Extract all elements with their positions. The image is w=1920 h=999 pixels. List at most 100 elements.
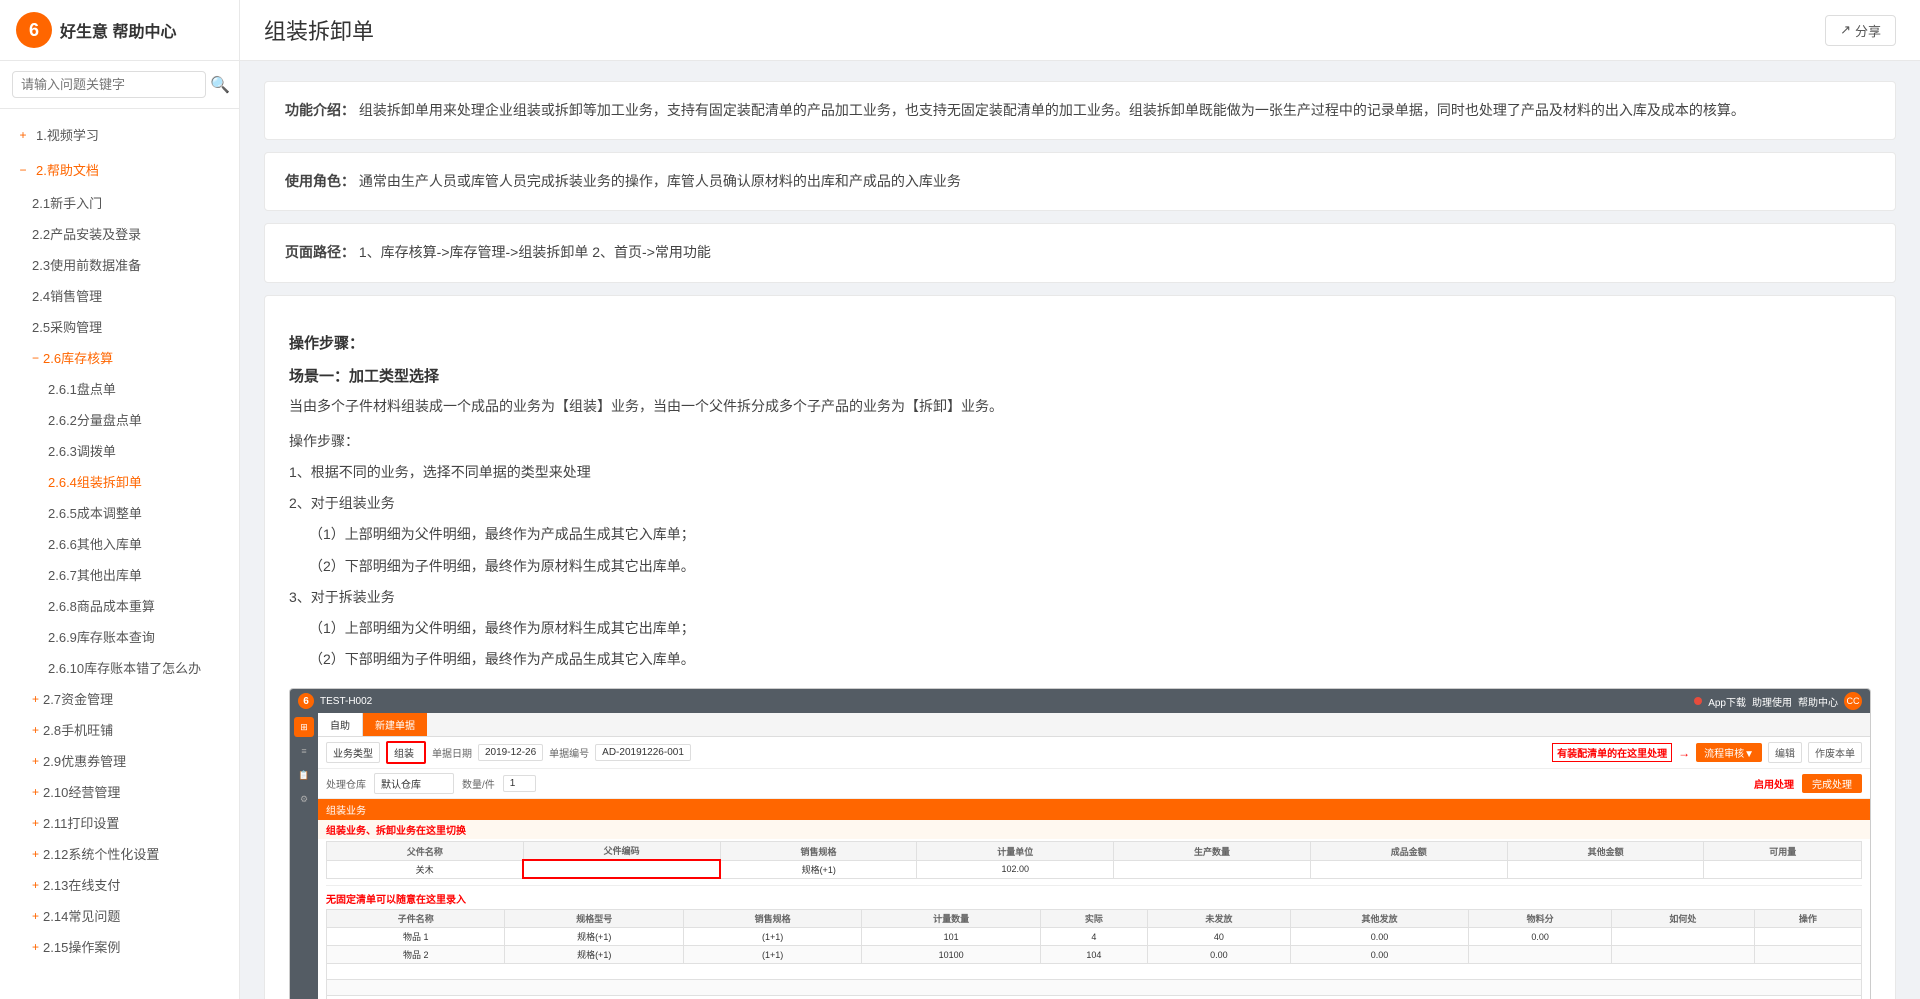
ss-col-5: 生产数量 — [1114, 842, 1311, 861]
ss-grid-icon: ≡ — [294, 741, 314, 761]
ss-col-6: 成品金额 — [1310, 842, 1507, 861]
ss-child-table-wrap: 子件名称 规格型号 销售规格 计量数量 实际 未发放 其他发放 物料分 — [318, 907, 1870, 999]
ss-section-annotation: 组装业务、拆卸业务在这里切换 — [318, 820, 1870, 839]
ops-title: 操作步骤： — [289, 332, 1871, 353]
plus-icon-custom: + — [32, 847, 39, 861]
sidebar-item-purchase[interactable]: 2.5采购管理 — [0, 311, 239, 342]
sidebar-item-operate[interactable]: + 2.10经营管理 — [0, 776, 239, 807]
ss-dot — [1694, 697, 1702, 705]
logo-icon: 6 — [16, 12, 52, 48]
sidebar-item-assembly[interactable]: 2.6.4组装拆卸单 — [0, 466, 239, 497]
sidebar-item-coupon[interactable]: + 2.9优惠券管理 — [0, 745, 239, 776]
ss-col-1: 父件名称 — [327, 842, 524, 861]
sidebar-item-online[interactable]: + 2.13在线支付 — [0, 869, 239, 900]
sidebar-item-finance[interactable]: + 2.7资金管理 — [0, 683, 239, 714]
table-row: 物品 1 规格(+1) (1+1) 101 4 40 0.00 0.00 — [327, 928, 1862, 946]
ss-parent-table: 父件名称 父件编码 销售规格 计量单位 生产数量 成品金额 其他金额 可用量 — [326, 841, 1862, 879]
ss-date-value: 2019-12-26 — [478, 744, 543, 761]
page-title: 组装拆卸单 — [264, 14, 374, 46]
ss-arrow1: → — [1678, 746, 1690, 760]
sidebar-item-data[interactable]: 2.3使用前数据准备 — [0, 249, 239, 280]
path-block: 页面路径： 1、库存核算->库存管理->组装拆卸单 2、首页->常用功能 — [264, 223, 1896, 282]
ss-annotation-section: 组装业务、拆卸业务在这里切换 — [326, 826, 466, 837]
sidebar-item-case[interactable]: + 2.15操作案例 — [0, 931, 239, 962]
ss-appstore: App下载 — [1708, 694, 1746, 709]
share-button[interactable]: ↗ 分享 — [1825, 15, 1896, 46]
ss-helpcenter: 帮助中心 — [1798, 694, 1838, 709]
scenario1-desc: 当由多个子件材料组装成一个成品的业务为【组装】业务，当由一个父件拆分成多个子产品… — [289, 394, 1871, 419]
sidebar-item-install[interactable]: 2.2产品安装及登录 — [0, 218, 239, 249]
ss-warehouse-label: 处理仓库 — [326, 776, 366, 791]
ss-billno-label: 单据编号 — [549, 745, 589, 760]
sidebar-item-newbie[interactable]: 2.1新手入门 — [0, 187, 239, 218]
screenshot-sim: 6 TEST-H002 App下载 助理使用 帮助中心 CC — [289, 688, 1871, 999]
ss-child-col-8: 物料分 — [1469, 910, 1612, 928]
ss-main-area: 自助 新建单据 业务类型 组装 单据日期 2019-12-26 单据编号 AD-… — [318, 713, 1870, 999]
nav-sub-help: 2.1新手入门 2.2产品安装及登录 2.3使用前数据准备 2.4销售管理 2.… — [0, 187, 239, 962]
ss-child-col-6: 未发放 — [1147, 910, 1290, 928]
ss-confirm-btn[interactable]: 完成处理 — [1802, 774, 1862, 793]
sidebar-item-inventory[interactable]: − 2.6库存核算 — [0, 342, 239, 373]
ss-tab-new[interactable]: 新建单据 — [363, 713, 427, 736]
ss-annotation3-wrap: 无固定清单可以随意在这里录入 — [318, 890, 1870, 907]
ss-child-table: 子件名称 规格型号 销售规格 计量数量 实际 未发放 其他发放 物料分 — [326, 909, 1862, 999]
ss-tab-self[interactable]: 自助 — [318, 713, 363, 736]
sidebar-item-count2[interactable]: 2.6.2分量盘点单 — [0, 404, 239, 435]
plus-icon-operate: + — [32, 785, 39, 799]
content-area: 功能介绍： 组装拆卸单用来处理企业组装或拆卸等加工业务，支持有固定装配清单的产品… — [240, 61, 1920, 999]
table-row: 物品 2 规格(+1) (1+1) 10100 104 0.00 0.00 — [327, 946, 1862, 964]
sidebar-item-cost2[interactable]: 2.6.8商品成本重算 — [0, 590, 239, 621]
sidebar-item-faq[interactable]: + 2.14常见问题 — [0, 900, 239, 931]
role-block: 使用角色： 通常由生产人员或库管人员完成拆装业务的操作，库管人员确认原材料的出库… — [264, 152, 1896, 211]
search-input[interactable] — [12, 71, 206, 98]
steps-section: 操作步骤： 场景一：加工类型选择 当由多个子件材料组装成一个成品的业务为【组装】… — [264, 295, 1896, 999]
ss-top-bar: 6 TEST-H002 App下载 助理使用 帮助中心 CC — [290, 689, 1870, 713]
intro-block: 功能介绍： 组装拆卸单用来处理企业组装或拆卸等加工业务，支持有固定装配清单的产品… — [264, 81, 1896, 140]
sidebar-item-count[interactable]: 2.6.1盘点单 — [0, 373, 239, 404]
sidebar-item-print[interactable]: + 2.11打印设置 — [0, 807, 239, 838]
scenario1-title: 场景一：加工类型选择 — [289, 365, 1871, 386]
sidebar-item-custom[interactable]: + 2.12系统个性化设置 — [0, 838, 239, 869]
sidebar-item-inbound[interactable]: 2.6.6其他入库单 — [0, 528, 239, 559]
table-row — [327, 964, 1862, 980]
nav-item-help-label[interactable]: − 2.帮助文档 — [0, 152, 239, 187]
plus-icon-online: + — [32, 878, 39, 892]
logo-text: 好生意 帮助中心 — [60, 18, 176, 42]
ss-edit-btn[interactable]: 编辑 — [1768, 742, 1802, 763]
ss-body: ⊞ ≡ 📋 ⚙ — [290, 713, 1870, 999]
nav-item-video: + 1.视频学习 — [0, 117, 239, 152]
ss-parent-table-wrap: 父件名称 父件编码 销售规格 计量单位 生产数量 成品金额 其他金额 可用量 — [318, 839, 1870, 881]
ss-process-btn[interactable]: 流程审核▼ — [1696, 743, 1762, 762]
plus-icon-case: + — [32, 940, 39, 954]
sidebar-item-sales[interactable]: 2.4销售管理 — [0, 280, 239, 311]
ss-helper: 助理使用 — [1752, 694, 1792, 709]
ss-book-icon: 📋 — [294, 765, 314, 785]
sidebar-item-cost[interactable]: 2.6.5成本调整单 — [0, 497, 239, 528]
ss-annotation2: 启用处理 — [1754, 776, 1794, 791]
ss-icon-strip: ⊞ ≡ 📋 ⚙ — [290, 713, 318, 999]
search-button[interactable]: 🔍 — [210, 75, 230, 95]
step3-1: （1）上部明细为父件明细，最终作为原材料生成其它出库单； — [289, 616, 1871, 641]
nav-item-help: − 2.帮助文档 2.1新手入门 2.2产品安装及登录 2.3使用前数据准备 2… — [0, 152, 239, 962]
ss-col-2: 父件编码 — [523, 842, 720, 861]
sidebar-item-transfer[interactable]: 2.6.3调拨单 — [0, 435, 239, 466]
intro-label: 功能介绍： — [285, 102, 355, 118]
main-header: 组装拆卸单 ↗ 分享 — [240, 0, 1920, 61]
ss-child-col-7: 其他发放 — [1290, 910, 1468, 928]
nav-item-video-label[interactable]: + 1.视频学习 — [0, 117, 239, 152]
minus-icon-inventory: − — [32, 351, 39, 365]
ss-cancel-btn[interactable]: 作废本单 — [1808, 742, 1862, 763]
sidebar-item-mobile[interactable]: + 2.8手机旺铺 — [0, 714, 239, 745]
ss-billno-value: AD-20191226-001 — [595, 744, 691, 761]
sidebar-item-error[interactable]: 2.6.10库存账本错了怎么办 — [0, 652, 239, 683]
step3: 3、对于拆装业务 — [289, 585, 1871, 610]
ss-btn-type[interactable]: 业务类型 — [326, 742, 380, 763]
main-content: 组装拆卸单 ↗ 分享 功能介绍： 组装拆卸单用来处理企业组装或拆卸等加工业务，支… — [240, 0, 1920, 999]
steps-title: 操作步骤： — [289, 429, 1871, 454]
plus-icon: + — [16, 128, 30, 142]
step2-1: （1）上部明细为父件明细，最终作为产成品生成其它入库单； — [289, 522, 1871, 547]
step3-2: （2）下部明细为子件明细，最终作为产成品生成其它入库单。 — [289, 647, 1871, 672]
ss-warehouse-value: 默认仓库 — [374, 773, 454, 794]
sidebar-item-outbound[interactable]: 2.6.7其他出库单 — [0, 559, 239, 590]
sidebar-item-query[interactable]: 2.6.9库存账本查询 — [0, 621, 239, 652]
